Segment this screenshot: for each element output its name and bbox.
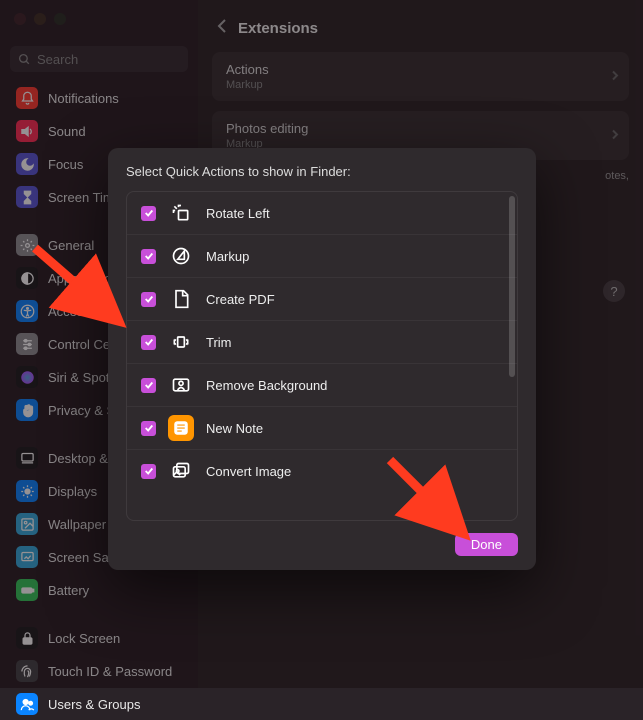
extension-card[interactable]: Actions Markup (212, 52, 629, 101)
sidebar-item-label: Lock Screen (48, 631, 120, 646)
peek-text: otes, (605, 170, 629, 182)
sidebar-item-notifications[interactable]: Notifications (6, 82, 192, 114)
quick-action-row[interactable]: Markup (127, 235, 517, 278)
sidebar-item-label: Sound (48, 124, 86, 139)
markup-icon (168, 243, 194, 269)
note-icon (168, 415, 194, 441)
bell-icon (16, 87, 38, 109)
checkbox[interactable] (141, 464, 156, 479)
lock-icon (16, 627, 38, 649)
hourglass-icon (16, 186, 38, 208)
search-placeholder: Search (37, 52, 78, 67)
quick-action-row[interactable]: Trim (127, 321, 517, 364)
moon-icon (16, 153, 38, 175)
sidebar-item-sound[interactable]: Sound (6, 115, 192, 147)
checkbox[interactable] (141, 292, 156, 307)
back-button[interactable] (216, 18, 228, 38)
quick-action-row[interactable]: Create PDF (127, 278, 517, 321)
rotate-icon (168, 200, 194, 226)
sidebar-item-label: Users & Groups (48, 697, 140, 712)
sidebar-item-label: Displays (48, 484, 97, 499)
wallpaper-icon (16, 513, 38, 535)
document-icon (168, 286, 194, 312)
checkbox[interactable] (141, 206, 156, 221)
speaker-icon (16, 120, 38, 142)
chevron-right-icon (611, 128, 619, 143)
gear-icon (16, 234, 38, 256)
action-label: Create PDF (206, 292, 275, 307)
page-title: Extensions (238, 20, 318, 37)
card-subtitle: Markup (226, 79, 615, 91)
action-label: Convert Image (206, 464, 291, 479)
accessibility-icon (16, 300, 38, 322)
quick-actions-sheet: Select Quick Actions to show in Finder: … (108, 148, 536, 570)
action-label: Rotate Left (206, 206, 270, 221)
action-label: Markup (206, 249, 249, 264)
search-icon (18, 53, 31, 66)
search-input[interactable]: Search (10, 46, 188, 72)
appearance-icon (16, 267, 38, 289)
sidebar-item-battery[interactable]: Battery (6, 574, 192, 606)
display-icon (16, 480, 38, 502)
battery-icon (16, 579, 38, 601)
checkbox[interactable] (141, 378, 156, 393)
remove-bg-icon (168, 372, 194, 398)
checkbox[interactable] (141, 421, 156, 436)
sidebar-item-touch-id-password[interactable]: Touch ID & Password (6, 655, 192, 687)
action-label: New Note (206, 421, 263, 436)
scrollbar-thumb[interactable] (509, 196, 515, 377)
done-button[interactable]: Done (455, 533, 518, 556)
hand-icon (16, 399, 38, 421)
sidebar-item-label: Wallpaper (48, 517, 106, 532)
quick-action-row[interactable]: Remove Background (127, 364, 517, 407)
quick-action-row[interactable]: Rotate Left (127, 192, 517, 235)
action-label: Remove Background (206, 378, 327, 393)
sidebar-item-label: Focus (48, 157, 83, 172)
sidebar-item-label: General (48, 238, 94, 253)
help-button[interactable]: ? (603, 280, 625, 302)
sidebar-item-label: Battery (48, 583, 89, 598)
desktop-icon (16, 447, 38, 469)
action-label: Trim (206, 335, 232, 350)
users-icon (16, 693, 38, 715)
quick-action-row[interactable]: Convert Image (127, 450, 517, 492)
scrollbar[interactable] (509, 194, 515, 518)
quick-action-row[interactable]: New Note (127, 407, 517, 450)
chevron-right-icon (611, 69, 619, 84)
sidebar-item-label: Touch ID & Password (48, 664, 172, 679)
checkbox[interactable] (141, 335, 156, 350)
sidebar-item-lock-screen[interactable]: Lock Screen (6, 622, 192, 654)
sidebar-item-label: Notifications (48, 91, 119, 106)
fingerprint-icon (16, 660, 38, 682)
sliders-icon (16, 333, 38, 355)
card-title: Actions (226, 62, 615, 77)
card-title: Photos editing (226, 121, 615, 136)
images-icon (168, 458, 194, 484)
checkbox[interactable] (141, 249, 156, 264)
quick-actions-list: Rotate Left Markup Create PDF Trim Remove Ba… (126, 191, 518, 521)
siri-icon (16, 366, 38, 388)
screensaver-icon (16, 546, 38, 568)
sidebar-item-users-groups[interactable]: Users & Groups (6, 688, 192, 720)
trim-icon (168, 329, 194, 355)
sheet-title: Select Quick Actions to show in Finder: (126, 164, 518, 179)
